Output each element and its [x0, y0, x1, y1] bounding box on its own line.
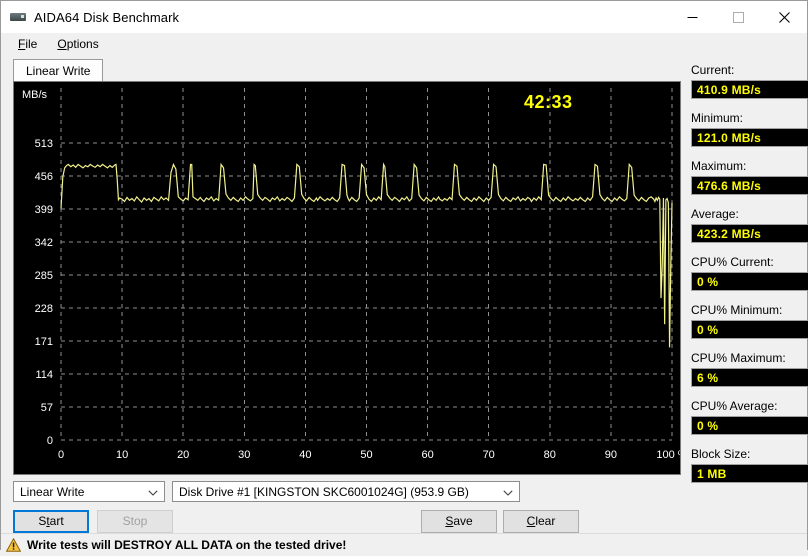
test-mode-select[interactable]: Linear Write: [13, 481, 165, 502]
chart-column: Linear Write 0 57 114 171 228 285 342 399 456 513…: [7, 55, 683, 533]
stat-label: Current:: [691, 63, 808, 78]
stat-maximum-value-box: 476.6 MB/s: [691, 176, 808, 195]
start-button[interactable]: Start: [13, 510, 89, 533]
test-mode-value: Linear Write: [14, 485, 84, 499]
stat-label: CPU% Maximum:: [691, 351, 808, 366]
stat-cpu-minimum-value-box: 0 %: [691, 320, 808, 339]
stat-group: CPU% Current: 0 %: [691, 255, 808, 303]
stat-average-value-box: 423.2 MB/s: [691, 224, 808, 243]
stat-cpu-average-value-box: 0 %: [691, 416, 808, 435]
chevron-down-icon: [503, 482, 513, 503]
drive-value: Disk Drive #1 [KINGSTON SKC6001024G] (95…: [173, 485, 469, 499]
app-window: AIDA64 Disk Benchmark FFileile OOptionsp…: [0, 0, 808, 550]
clear-button[interactable]: Clear: [503, 510, 579, 533]
benchmark-chart: 0 57 114 171 228 285 342 399 456 513 0 10 20 30 40 50 60…: [13, 81, 681, 475]
title-bar: AIDA64 Disk Benchmark: [1, 1, 807, 33]
stat-label: Minimum:: [691, 111, 808, 126]
svg-text:90: 90: [605, 449, 617, 461]
menu-item-file[interactable]: FFileile: [9, 34, 46, 54]
chevron-down-icon: [148, 482, 158, 503]
stat-group: Maximum: 476.6 MB/s: [691, 159, 808, 207]
main-content: Linear Write 0 57 114 171 228 285 342 399 456 513…: [1, 55, 807, 533]
stat-value: 0 %: [697, 275, 718, 289]
svg-text:171: 171: [35, 336, 53, 348]
svg-text:513: 513: [35, 138, 53, 150]
drive-select[interactable]: Disk Drive #1 [KINGSTON SKC6001024G] (95…: [172, 481, 520, 502]
svg-text:228: 228: [35, 303, 53, 315]
stats-panel: Current: 410.9 MB/s Minimum: 121.0 MB/s …: [691, 63, 808, 533]
stat-label: CPU% Minimum:: [691, 303, 808, 318]
stat-label: Maximum:: [691, 159, 808, 174]
stat-label: CPU% Average:: [691, 399, 808, 414]
svg-text:50: 50: [360, 449, 372, 461]
controls-area: Linear Write Disk Drive #1 [KINGSTON SKC…: [7, 475, 683, 533]
svg-text:285: 285: [35, 270, 53, 282]
stat-group: Block Size: 1 MB: [691, 447, 808, 495]
svg-text:57: 57: [41, 402, 53, 414]
maximize-icon[interactable]: [715, 1, 761, 33]
svg-text:80: 80: [544, 449, 556, 461]
svg-text:30: 30: [238, 449, 250, 461]
stat-cpu-current-value-box: 0 %: [691, 272, 808, 291]
chart-canvas: 0 57 114 171 228 285 342 399 456 513 0 10 20 30 40 50 60…: [14, 82, 681, 474]
tab-strip: Linear Write: [7, 59, 683, 81]
svg-text:20: 20: [177, 449, 189, 461]
stat-group: CPU% Average: 0 %: [691, 399, 808, 447]
minimize-icon[interactable]: [669, 1, 715, 33]
stat-group: Average: 423.2 MB/s: [691, 207, 808, 255]
stat-label: Block Size:: [691, 447, 808, 462]
svg-text:40: 40: [299, 449, 311, 461]
save-button[interactable]: Save: [421, 510, 497, 533]
chart-y-unit-label: MB/s: [22, 89, 47, 101]
svg-text:399: 399: [35, 204, 53, 216]
stop-button: Stop: [97, 510, 173, 533]
stat-group: Minimum: 121.0 MB/s: [691, 111, 808, 159]
stat-value: 476.6 MB/s: [697, 179, 761, 193]
stat-current-value-box: 410.9 MB/s: [691, 80, 808, 99]
stat-group: CPU% Minimum: 0 %: [691, 303, 808, 351]
svg-text:70: 70: [483, 449, 495, 461]
stat-group: Current: 410.9 MB/s: [691, 63, 808, 111]
svg-text:10: 10: [116, 449, 128, 461]
window-controls: [669, 1, 807, 33]
stat-group: CPU% Maximum: 6 %: [691, 351, 808, 399]
stat-value: 0 %: [697, 323, 718, 337]
select-row: Linear Write Disk Drive #1 [KINGSTON SKC…: [13, 481, 677, 502]
stat-value: 6 %: [697, 371, 718, 385]
window-title: AIDA64 Disk Benchmark: [34, 10, 179, 25]
svg-text:342: 342: [35, 237, 53, 249]
stat-cpu-maximum-value-box: 6 %: [691, 368, 808, 387]
stat-block-size-value-box: 1 MB: [691, 464, 808, 483]
stat-label: Average:: [691, 207, 808, 222]
svg-text:60: 60: [421, 449, 433, 461]
button-row: Start Stop Save Clear: [13, 509, 677, 533]
svg-text:100 %: 100 %: [656, 449, 681, 461]
menu-bar: FFileile OOptionsptions: [1, 33, 807, 55]
menu-item-options[interactable]: OOptionsptions: [48, 34, 107, 54]
stat-minimum-value-box: 121.0 MB/s: [691, 128, 808, 147]
svg-text:456: 456: [35, 171, 53, 183]
svg-text:0: 0: [47, 435, 53, 447]
svg-text:114: 114: [35, 369, 53, 381]
stat-value: 121.0 MB/s: [697, 131, 761, 145]
tab-linear-write[interactable]: Linear Write: [13, 59, 103, 81]
elapsed-timer: 42:33: [524, 92, 573, 113]
disk-icon: [10, 9, 26, 25]
stat-value: 423.2 MB/s: [697, 227, 761, 241]
stat-value: 1 MB: [697, 467, 726, 481]
close-icon[interactable]: [761, 1, 807, 33]
svg-text:0: 0: [58, 449, 64, 461]
stat-label: CPU% Current:: [691, 255, 808, 270]
warning-bar: Write tests will DESTROY ALL DATA on the…: [1, 533, 807, 556]
stat-value: 410.9 MB/s: [697, 83, 761, 97]
stat-value: 0 %: [697, 419, 718, 433]
